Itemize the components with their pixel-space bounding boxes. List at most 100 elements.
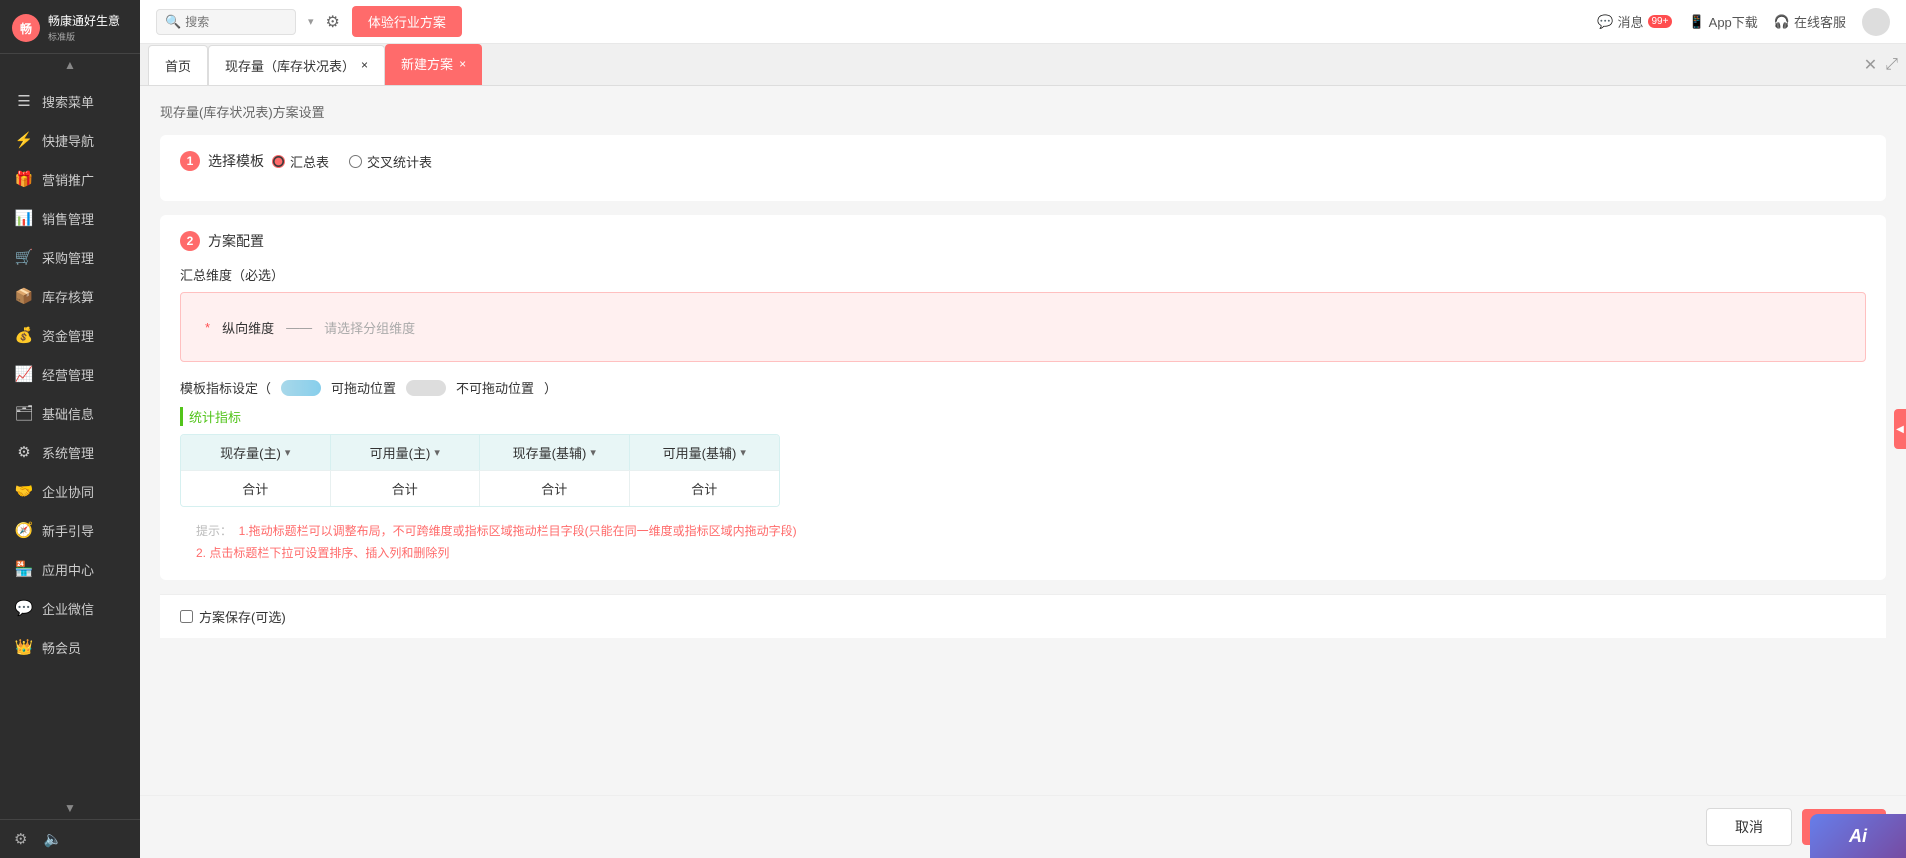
sidebar-item-label: 采购管理 [42,248,94,267]
metric-col-1-label: 可用量(主) [370,443,431,462]
tab-home-label: 首页 [165,56,191,75]
ai-fab-button[interactable]: Ai [1810,814,1906,858]
tab-inventory-close-icon[interactable]: × [361,58,368,72]
enterprise-icon: 🤝 [14,482,34,500]
metrics-data-row: 合计 合计 合计 合计 [181,470,779,506]
sidebar-item-quicknav[interactable]: ⚡ 快捷导航 [0,121,140,160]
sidebar-item-enterprise[interactable]: 🤝 企业协同 [0,472,140,511]
sidebar-footer: ⚙ 🔈 [0,819,140,858]
settings-icon[interactable]: ⚙ [14,830,27,848]
sidebar-item-label: 销售管理 [42,209,94,228]
cancel-button[interactable]: 取消 [1706,808,1792,846]
non-draggable-text: 不可拖动位置 [456,378,534,397]
metric-col-3[interactable]: 可用量(基辅) ▾ [630,435,780,470]
settings-gear-icon[interactable]: ⚙ [326,12,340,32]
message-label: 消息 [1617,12,1643,31]
tab-new-scheme[interactable]: 新建方案 × [385,44,482,85]
message-icon: 💬 [1597,14,1613,30]
sales-icon: 📊 [14,209,34,227]
sidebar-item-sales[interactable]: 📊 销售管理 [0,199,140,238]
stats-section-label: 统计指标 [180,407,1866,426]
metrics-table: 现存量(主) ▾ 可用量(主) ▾ 现存量(基辅) ▾ 可用量(基辅) ▾ [180,434,780,507]
message-button[interactable]: 💬 消息 99+ [1597,12,1672,31]
dimension-dash: —— [286,320,312,335]
sidebar-item-basics[interactable]: 🗂 基础信息 [0,394,140,433]
sidebar-logo: 畅 畅康通好生意 标准版 [0,0,140,54]
save-checkbox[interactable] [180,610,193,623]
tab-close-all-icon[interactable]: ✕ [1864,55,1877,75]
purchase-icon: 🛒 [14,248,34,266]
tab-expand-icon[interactable]: ⤢ [1885,56,1898,74]
scroll-up-arrow[interactable]: ▲ [0,54,140,76]
message-badge: 99+ [1648,15,1673,28]
basics-icon: 🗂 [14,404,34,422]
user-avatar[interactable] [1862,8,1890,36]
tab-inventory[interactable]: 现存量（库存状况表） × [208,45,385,85]
topbar-right: 💬 消息 99+ 📱 App下载 🎧 在线客服 [1597,8,1890,36]
draggable-indicator [281,380,321,396]
search-input[interactable] [185,15,285,29]
volume-icon[interactable]: 🔈 [43,830,62,848]
sidebar-item-purchase[interactable]: 🛒 采购管理 [0,238,140,277]
step2-title: 方案配置 [208,231,264,251]
footer-bar: 取消 查询 [140,795,1906,858]
sidebar-item-search[interactable]: ☰ 搜索菜单 [0,82,140,121]
metric-col-0-chevron[interactable]: ▾ [285,446,291,459]
sidebar-item-label: 畅会员 [42,638,81,657]
wechat-icon: 💬 [14,599,34,617]
radio-summary[interactable]: 汇总表 [272,152,329,171]
sidebar-item-label: 快捷导航 [42,131,94,150]
sidebar-item-label: 系统管理 [42,443,94,462]
tab-new-scheme-close-icon[interactable]: × [459,57,466,71]
radio-cross-input[interactable] [349,155,362,168]
metric-col-1-chevron[interactable]: ▾ [434,446,440,459]
metrics-label-row: 模板指标设定（ 可拖动位置 不可拖动位置 ） [180,378,1866,397]
search-box[interactable]: 🔍 [156,9,296,35]
app-name: 畅康通好生意 [48,14,120,30]
sidebar-menu: ☰ 搜索菜单 ⚡ 快捷导航 🎁 营销推广 📊 销售管理 🛒 采购管理 📦 库存核… [0,76,140,797]
save-label: 方案保存(可选) [199,607,286,626]
metric-col-2-chevron[interactable]: ▾ [590,446,596,459]
radio-cross[interactable]: 交叉统计表 [349,152,432,171]
sidebar-item-label: 资金管理 [42,326,94,345]
dimension-field-label: 纵向维度 [222,318,274,337]
sidebar-item-guide[interactable]: 🧭 新手引导 [0,511,140,550]
metric-col-3-chevron[interactable]: ▾ [740,446,746,459]
sidebar-item-wechat[interactable]: 💬 企业微信 [0,589,140,628]
headset-icon: 🎧 [1774,14,1790,30]
metric-col-2[interactable]: 现存量(基辅) ▾ [480,435,630,470]
dimension-box[interactable]: * 纵向维度 —— 请选择分组维度 [180,292,1866,362]
sidebar-item-operations[interactable]: 📈 经营管理 [0,355,140,394]
tab-home[interactable]: 首页 [148,45,208,85]
radio-summary-input[interactable] [272,155,285,168]
app-download-button[interactable]: 📱 App下载 [1688,12,1757,31]
system-icon: ⚙ [14,443,34,461]
metric-cell-3: 合计 [630,471,780,506]
sidebar-item-label: 库存核算 [42,287,94,306]
sidebar-item-member[interactable]: 👑 畅会员 [0,628,140,667]
sidebar-item-apps[interactable]: 🏪 应用中心 [0,550,140,589]
sidebar-item-finance[interactable]: 💰 资金管理 [0,316,140,355]
guide-icon: 🧭 [14,521,34,539]
sidebar-item-label: 基础信息 [42,404,94,423]
trial-button[interactable]: 体验行业方案 [352,6,462,37]
tip-2: 2. 点击标题栏下拉可设置排序、插入列和删除列 [196,543,1866,565]
ai-fab-label: Ai [1849,826,1867,847]
step1-section: 1 选择模板 汇总表 交叉统计表 [160,135,1886,201]
metric-cell-2: 合计 [480,471,630,506]
right-expand-button[interactable]: ◀ [1894,409,1906,449]
metric-cell-0: 合计 [181,471,331,506]
operations-icon: 📈 [14,365,34,383]
dropdown-chevron-icon[interactable]: ▾ [308,15,314,28]
sidebar-item-inventory[interactable]: 📦 库存核算 [0,277,140,316]
scroll-down-arrow[interactable]: ▼ [0,797,140,819]
metric-col-0[interactable]: 现存量(主) ▾ [181,435,331,470]
sidebar-item-marketing[interactable]: 🎁 营销推广 [0,160,140,199]
online-service-button[interactable]: 🎧 在线客服 [1774,12,1846,31]
metric-col-3-label: 可用量(基辅) [663,443,737,462]
metric-col-1[interactable]: 可用量(主) ▾ [331,435,481,470]
dimension-label: 汇总维度（必选） [180,265,1866,284]
tip-1-text: 1.拖动标题栏可以调整布局，不可跨维度或指标区域拖动栏目字段(只能在同一维度或指… [239,524,797,538]
app-version: 标准版 [48,30,120,43]
sidebar-item-system[interactable]: ⚙ 系统管理 [0,433,140,472]
